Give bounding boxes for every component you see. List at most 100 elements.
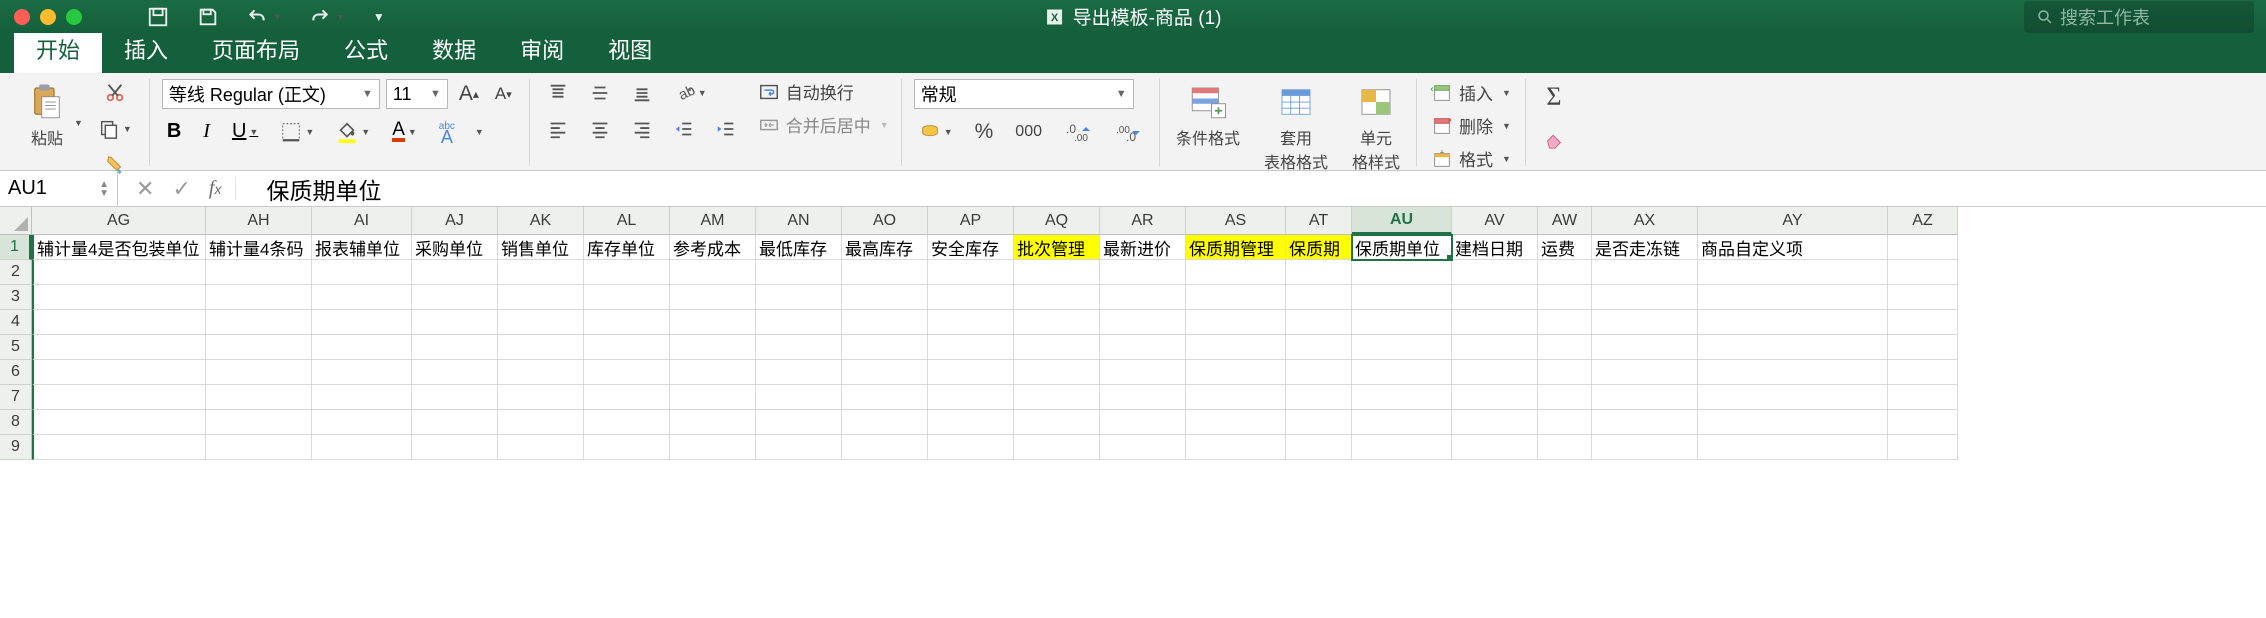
cell-AM2[interactable] bbox=[670, 260, 756, 285]
column-header-AW[interactable]: AW bbox=[1538, 207, 1592, 235]
italic-button[interactable]: I bbox=[198, 117, 215, 146]
cell-AT1[interactable]: 保质期 bbox=[1286, 235, 1352, 260]
cell-AP3[interactable] bbox=[928, 285, 1014, 310]
delete-cells-button[interactable]: 删除▼ bbox=[1429, 112, 1513, 139]
cell-AP2[interactable] bbox=[928, 260, 1014, 285]
cell-AU8[interactable] bbox=[1352, 410, 1452, 435]
cell-AN1[interactable]: 最低库存 bbox=[756, 235, 842, 260]
increase-decimal-button[interactable]: .0.00 bbox=[1059, 118, 1097, 146]
cell-AX3[interactable] bbox=[1592, 285, 1698, 310]
cell-AR2[interactable] bbox=[1100, 260, 1186, 285]
cell-AS7[interactable] bbox=[1186, 385, 1286, 410]
cell-AU3[interactable] bbox=[1352, 285, 1452, 310]
align-bottom-button[interactable] bbox=[626, 79, 658, 107]
cell-AR3[interactable] bbox=[1100, 285, 1186, 310]
cell-AS4[interactable] bbox=[1186, 310, 1286, 335]
cell-AW6[interactable] bbox=[1538, 360, 1592, 385]
name-box-spinner[interactable]: ▲▼ bbox=[99, 180, 109, 198]
cell-AP8[interactable] bbox=[928, 410, 1014, 435]
cell-AZ9[interactable] bbox=[1888, 435, 1958, 460]
cell-AT9[interactable] bbox=[1286, 435, 1352, 460]
increase-indent-button[interactable] bbox=[710, 115, 742, 143]
cell-AX8[interactable] bbox=[1592, 410, 1698, 435]
cell-AT3[interactable] bbox=[1286, 285, 1352, 310]
cell-AG4[interactable] bbox=[32, 310, 206, 335]
cell-AK9[interactable] bbox=[498, 435, 584, 460]
cell-AT8[interactable] bbox=[1286, 410, 1352, 435]
increase-font-button[interactable]: A▴ bbox=[454, 79, 484, 109]
cell-AR6[interactable] bbox=[1100, 360, 1186, 385]
cell-AG9[interactable] bbox=[32, 435, 206, 460]
cell-AV2[interactable] bbox=[1452, 260, 1538, 285]
cell-AP1[interactable]: 安全库存 bbox=[928, 235, 1014, 260]
cut-button[interactable] bbox=[93, 79, 137, 107]
cell-AJ6[interactable] bbox=[412, 360, 498, 385]
cell-AQ4[interactable] bbox=[1014, 310, 1100, 335]
cell-AY6[interactable] bbox=[1698, 360, 1888, 385]
cell-AK7[interactable] bbox=[498, 385, 584, 410]
cell-AT4[interactable] bbox=[1286, 310, 1352, 335]
cell-AV1[interactable]: 建档日期 bbox=[1452, 235, 1538, 260]
column-header-AR[interactable]: AR bbox=[1100, 207, 1186, 235]
clear-button[interactable] bbox=[1538, 125, 1570, 153]
cell-AL5[interactable] bbox=[584, 335, 670, 360]
cell-AY4[interactable] bbox=[1698, 310, 1888, 335]
cell-AL2[interactable] bbox=[584, 260, 670, 285]
cell-AG1[interactable]: 辅计量4是否包装单位 bbox=[32, 235, 206, 260]
fill-color-button[interactable]: ▼ bbox=[331, 118, 375, 146]
row-header-8[interactable]: 8 bbox=[0, 410, 32, 435]
cell-AO2[interactable] bbox=[842, 260, 928, 285]
autosave-icon[interactable] bbox=[142, 3, 174, 31]
cell-AO6[interactable] bbox=[842, 360, 928, 385]
wrap-text-button[interactable]: 自动换行 bbox=[758, 79, 889, 104]
cell-AL1[interactable]: 库存单位 bbox=[584, 235, 670, 260]
cell-AN2[interactable] bbox=[756, 260, 842, 285]
cell-AP9[interactable] bbox=[928, 435, 1014, 460]
row-header-2[interactable]: 2 bbox=[0, 260, 32, 285]
chevron-down-icon[interactable]: ▼ bbox=[475, 127, 484, 137]
cell-AY7[interactable] bbox=[1698, 385, 1888, 410]
search-sheet-box[interactable]: 搜索工作表 bbox=[2024, 1, 2254, 33]
cell-AN3[interactable] bbox=[756, 285, 842, 310]
cell-AK3[interactable] bbox=[498, 285, 584, 310]
cell-AU9[interactable] bbox=[1352, 435, 1452, 460]
cell-AX2[interactable] bbox=[1592, 260, 1698, 285]
cell-AQ8[interactable] bbox=[1014, 410, 1100, 435]
cell-AS1[interactable]: 保质期管理 bbox=[1186, 235, 1286, 260]
cell-AI9[interactable] bbox=[312, 435, 412, 460]
cell-AJ4[interactable] bbox=[412, 310, 498, 335]
cell-AL6[interactable] bbox=[584, 360, 670, 385]
column-header-AS[interactable]: AS bbox=[1186, 207, 1286, 235]
column-header-AJ[interactable]: AJ bbox=[412, 207, 498, 235]
cell-AX1[interactable]: 是否走冻链 bbox=[1592, 235, 1698, 260]
phonetic-button[interactable]: abcA bbox=[434, 119, 460, 145]
cell-AN5[interactable] bbox=[756, 335, 842, 360]
cell-AI2[interactable] bbox=[312, 260, 412, 285]
cell-AG3[interactable] bbox=[32, 285, 206, 310]
cell-AR8[interactable] bbox=[1100, 410, 1186, 435]
cell-AG8[interactable] bbox=[32, 410, 206, 435]
paste-button[interactable]: 粘贴 bbox=[22, 79, 72, 151]
row-header-4[interactable]: 4 bbox=[0, 310, 32, 335]
formula-input[interactable]: 保质期单位 bbox=[254, 172, 2266, 206]
column-header-AO[interactable]: AO bbox=[842, 207, 928, 235]
cell-AK1[interactable]: 销售单位 bbox=[498, 235, 584, 260]
cell-AT2[interactable] bbox=[1286, 260, 1352, 285]
cell-AK2[interactable] bbox=[498, 260, 584, 285]
cell-AV4[interactable] bbox=[1452, 310, 1538, 335]
cell-AI7[interactable] bbox=[312, 385, 412, 410]
format-as-table-button[interactable]: 套用 表格格式 bbox=[1260, 79, 1332, 175]
cell-AW3[interactable] bbox=[1538, 285, 1592, 310]
cell-AX9[interactable] bbox=[1592, 435, 1698, 460]
cell-AK5[interactable] bbox=[498, 335, 584, 360]
column-header-AN[interactable]: AN bbox=[756, 207, 842, 235]
column-header-AQ[interactable]: AQ bbox=[1014, 207, 1100, 235]
cell-AM3[interactable] bbox=[670, 285, 756, 310]
cell-AW5[interactable] bbox=[1538, 335, 1592, 360]
column-header-AI[interactable]: AI bbox=[312, 207, 412, 235]
cell-AG2[interactable] bbox=[32, 260, 206, 285]
cell-AI6[interactable] bbox=[312, 360, 412, 385]
column-header-AK[interactable]: AK bbox=[498, 207, 584, 235]
chevron-down-icon[interactable]: ▼ bbox=[74, 118, 83, 128]
align-left-button[interactable] bbox=[542, 115, 574, 143]
